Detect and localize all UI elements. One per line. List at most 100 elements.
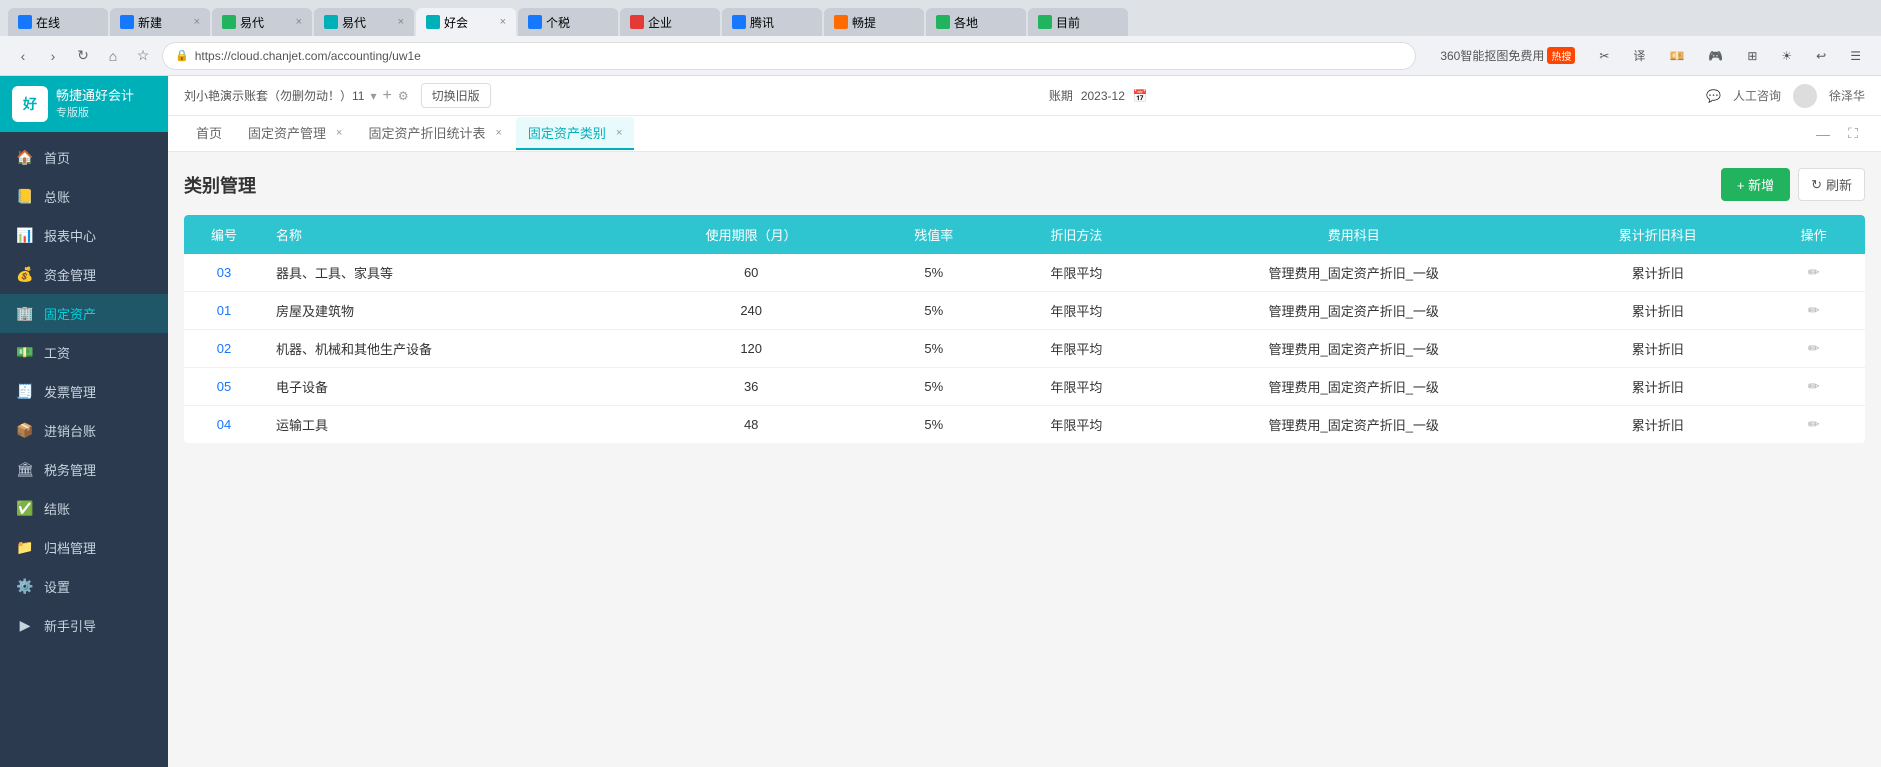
sidebar-label-home: 首页 [44, 148, 70, 167]
tab-close-t3[interactable]: × [296, 16, 302, 28]
browser-chrome: 在线 新建 × 易代 × 易代 × 好会 × 个税 企业 [0, 0, 1881, 36]
id-link-1[interactable]: 01 [217, 303, 231, 318]
page-tab-asset-category-close[interactable]: × [616, 127, 622, 139]
settings-gear-icon[interactable]: ⚙ [398, 89, 409, 103]
sidebar-item-guide[interactable]: ▶ 新手引导 [0, 606, 168, 645]
search-btn[interactable]: 360智能抠图免费用 热搜 [1432, 44, 1583, 67]
dropdown-icon[interactable]: ▾ [370, 89, 376, 103]
page-tab-depreciation-close[interactable]: × [495, 127, 501, 139]
browser-tab-t10[interactable]: 各地 [926, 8, 1026, 36]
sidebar-label-payroll: 工资 [44, 343, 70, 362]
theme-btn[interactable]: ☀ [1773, 46, 1800, 66]
col-header-method: 折旧方法 [998, 215, 1154, 254]
menu-btn[interactable]: ☰ [1842, 46, 1869, 66]
refresh-button[interactable]: ↻ 刷新 [1798, 168, 1865, 201]
account-period: 账期 2023-12 📅 [1049, 87, 1148, 104]
panel-maximize-icon[interactable]: ⛶ [1841, 122, 1865, 146]
search-label: 360智能抠图免费用 [1440, 47, 1544, 64]
edit-icon-2[interactable]: ✏ [1808, 340, 1820, 356]
scissors-btn[interactable]: ✂ [1591, 46, 1617, 66]
tab-close-t4[interactable]: × [398, 16, 404, 28]
service-label[interactable]: 人工咨询 [1733, 87, 1781, 104]
ssl-lock-icon: 🔒 [175, 49, 189, 62]
page-tab-fixed-asset-mgmt-label: 固定资产管理 [248, 123, 326, 142]
sidebar-item-payroll[interactable]: 💵 工资 [0, 333, 168, 372]
page-tab-home[interactable]: 首页 [184, 117, 234, 150]
tab-icon-t2 [120, 15, 134, 29]
url-box[interactable]: 🔒 https://cloud.chanjet.com/accounting/u… [162, 42, 1416, 70]
game-btn[interactable]: 🎮 [1700, 46, 1731, 66]
table-body: 03 器具、工具、家具等 60 5% 年限平均 管理费用_固定资产折旧_一级 累… [184, 254, 1865, 443]
page-tab-fixed-asset-mgmt[interactable]: 固定资产管理 × [236, 117, 354, 150]
refresh-label: 刷新 [1826, 175, 1852, 194]
sidebar-item-invoice[interactable]: 🧾 发票管理 [0, 372, 168, 411]
archive-icon: 📁 [16, 539, 34, 557]
sidebar-item-tax[interactable]: 🏛 税务管理 [0, 450, 168, 489]
sidebar-item-closing[interactable]: ✅ 结账 [0, 489, 168, 528]
address-bar: ‹ › ↻ ⌂ ☆ 🔒 https://cloud.chanjet.com/ac… [0, 36, 1881, 76]
page-tab-fixed-asset-mgmt-close[interactable]: × [336, 127, 342, 139]
translate-btn[interactable]: 译 [1625, 44, 1653, 67]
sidebar-item-archive[interactable]: 📁 归档管理 [0, 528, 168, 567]
browser-tab-t2[interactable]: 新建 × [110, 8, 210, 36]
sidebar-item-ledger[interactable]: 📒 总账 [0, 177, 168, 216]
browser-tab-t8[interactable]: 腾讯 [722, 8, 822, 36]
tab-bar: 在线 新建 × 易代 × 易代 × 好会 × 个税 企业 [8, 0, 1130, 36]
back-button[interactable]: ‹ [12, 45, 34, 67]
edit-icon-4[interactable]: ✏ [1808, 416, 1820, 432]
tab-close-t2[interactable]: × [194, 16, 200, 28]
id-link-3[interactable]: 05 [217, 379, 231, 394]
current-user-name: 徐泽华 [1829, 87, 1865, 104]
sidebar-item-fixed-assets[interactable]: 🏢 固定资产 [0, 294, 168, 333]
home-button[interactable]: ⌂ [102, 45, 124, 67]
cell-method-0: 年限平均 [998, 254, 1154, 292]
id-link-4[interactable]: 04 [217, 417, 231, 432]
cell-action-4: ✏ [1762, 406, 1865, 444]
id-link-2[interactable]: 02 [217, 341, 231, 356]
browser-tab-t6[interactable]: 个税 [518, 8, 618, 36]
wallet-btn[interactable]: 💴 [1661, 46, 1692, 66]
edit-icon-0[interactable]: ✏ [1808, 264, 1820, 280]
id-link-0[interactable]: 03 [217, 265, 231, 280]
switch-old-version-button[interactable]: 切换旧版 [421, 83, 491, 108]
sidebar-item-inventory[interactable]: 📦 进销台账 [0, 411, 168, 450]
refresh-button[interactable]: ↻ [72, 45, 94, 67]
ledger-icon: 📒 [16, 188, 34, 206]
sidebar-item-reports[interactable]: 📊 报表中心 [0, 216, 168, 255]
history-btn[interactable]: ↩ [1808, 46, 1834, 66]
tab-label-t8: 腾讯 [750, 14, 774, 31]
sidebar-label-fixed-assets: 固定资产 [44, 304, 96, 323]
browser-tab-t7[interactable]: 企业 [620, 8, 720, 36]
panel-minimize-icon[interactable]: — [1811, 122, 1835, 146]
browser-tab-t11[interactable]: 目前 [1028, 8, 1128, 36]
page-tab-depreciation-table[interactable]: 固定资产折旧统计表 × [356, 117, 513, 150]
user-account-name: 刘小艳演示账套（勿删勿动！）11 [184, 87, 364, 104]
sidebar-item-home[interactable]: 🏠 首页 [0, 138, 168, 177]
cell-id-1: 01 [184, 292, 264, 330]
sidebar-item-settings[interactable]: ⚙️ 设置 [0, 567, 168, 606]
cell-residual-1: 5% [869, 292, 998, 330]
grid-btn[interactable]: ⊞ [1739, 46, 1765, 66]
page-tab-asset-category[interactable]: 固定资产类别 × [516, 117, 634, 150]
sidebar-item-funds[interactable]: 💰 资金管理 [0, 255, 168, 294]
invoice-icon: 🧾 [16, 383, 34, 401]
add-account-btn[interactable]: + [383, 87, 392, 105]
add-button[interactable]: + 新增 [1721, 168, 1790, 201]
tab-close-t5[interactable]: × [500, 16, 506, 28]
edit-icon-3[interactable]: ✏ [1808, 378, 1820, 394]
browser-tab-t3[interactable]: 易代 × [212, 8, 312, 36]
browser-tab-t4[interactable]: 易代 × [314, 8, 414, 36]
forward-button[interactable]: › [42, 45, 64, 67]
tab-icon-t5 [426, 15, 440, 29]
cell-name-3: 电子设备 [264, 368, 633, 406]
browser-tab-t9[interactable]: 畅提 [824, 8, 924, 36]
edit-icon-1[interactable]: ✏ [1808, 302, 1820, 318]
browser-tab-t1[interactable]: 在线 [8, 8, 108, 36]
bookmark-button[interactable]: ☆ [132, 45, 154, 67]
guide-icon: ▶ [16, 617, 34, 635]
tab-label-t6: 个税 [546, 14, 570, 31]
col-header-residual: 残值率 [869, 215, 998, 254]
calendar-icon[interactable]: 📅 [1133, 89, 1148, 103]
table-row: 05 电子设备 36 5% 年限平均 管理费用_固定资产折旧_一级 累计折旧 ✏ [184, 368, 1865, 406]
browser-tab-t5[interactable]: 好会 × [416, 8, 516, 36]
